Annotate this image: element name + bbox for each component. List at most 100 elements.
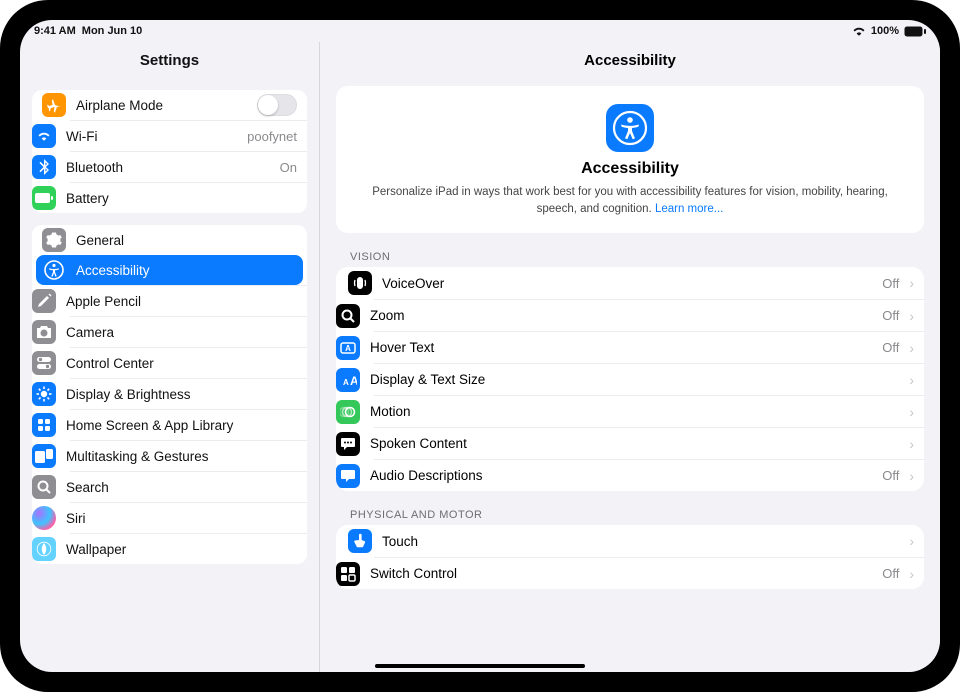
row-hovertext[interactable]: A Hover Text Off › [374,331,924,363]
status-date: Mon Jun 10 [82,25,143,37]
chevron-right-icon: › [909,372,914,388]
sidebar-item-homescreen[interactable]: Home Screen & App Library [70,409,307,440]
battery-icon [32,186,56,210]
motion-icon [336,400,360,424]
status-bar: 9:41 AM Mon Jun 10 100% [20,20,940,42]
row-value: Off [882,566,899,581]
sidebar-group-main: General Accessibility Appl [32,225,307,564]
sidebar-scroll[interactable]: Airplane Mode Wi-Fi poofynet [20,78,319,672]
sidebar-item-label: Wallpaper [66,542,297,557]
sidebar-item-accessibility[interactable]: Accessibility [36,255,303,285]
home-indicator[interactable] [375,664,585,668]
multitask-icon [32,444,56,468]
sidebar-item-label: Camera [66,325,297,340]
sidebar-item-label: Accessibility [76,263,293,278]
chevron-right-icon: › [909,566,914,582]
row-motion[interactable]: Motion › [374,395,924,427]
hero-description: Personalize iPad in ways that work best … [372,186,888,215]
chevron-right-icon: › [909,468,914,484]
sidebar-item-label: Battery [66,191,297,206]
sidebar-item-battery[interactable]: Battery [70,182,307,213]
row-label: Switch Control [370,566,872,581]
chevron-right-icon: › [909,340,914,356]
airplane-toggle[interactable] [257,94,297,116]
section-motor: Touch › Switch Control Off › [336,525,924,589]
row-zoom[interactable]: Zoom Off › [374,299,924,331]
zoom-icon [336,304,360,328]
row-voiceover[interactable]: VoiceOver Off › [336,267,924,299]
sidebar-item-general[interactable]: General [32,225,307,255]
airplane-icon [42,93,66,117]
chevron-right-icon: › [909,275,914,291]
learn-more-link[interactable]: Learn more... [655,203,723,215]
chevron-right-icon: › [909,533,914,549]
settings-sidebar: Settings Airplane Mode [20,42,320,672]
wifi-icon [32,124,56,148]
hero-body: Personalize iPad in ways that work best … [364,184,896,217]
row-label: Touch [382,534,899,549]
row-value: Off [882,468,899,483]
row-spoken[interactable]: Spoken Content › [374,427,924,459]
detail-title: Accessibility [320,42,940,78]
section-vision: VoiceOver Off › Zoom Off › [336,267,924,491]
sidebar-item-pencil[interactable]: Apple Pencil [70,285,307,316]
sidebar-item-wifi[interactable]: Wi-Fi poofynet [70,120,307,151]
bluetooth-icon [32,155,56,179]
wallpaper-icon [32,537,56,561]
audiodesc-icon [336,464,360,488]
status-time: 9:41 AM [34,25,76,37]
siri-icon [32,506,56,530]
section-header-vision: VISION [350,251,924,263]
spoken-icon [336,432,360,456]
voiceover-icon [348,271,372,295]
detail-scroll[interactable]: Accessibility Personalize iPad in ways t… [320,78,940,672]
sun-icon [32,382,56,406]
row-audiodesc[interactable]: Audio Descriptions Off › [374,459,924,491]
pencil-icon [32,289,56,313]
sidebar-item-search[interactable]: Search [70,471,307,502]
sidebar-item-wallpaper[interactable]: Wallpaper [70,533,307,564]
screen: 9:41 AM Mon Jun 10 100% Settings [20,20,940,672]
sidebar-item-label: Search [66,480,297,495]
chevron-right-icon: › [909,436,914,452]
switch-icon [32,351,56,375]
row-textsize[interactable]: AA Display & Text Size › [374,363,924,395]
gear-icon [42,228,66,252]
sidebar-item-label: Wi-Fi [66,129,237,144]
row-label: Display & Text Size [370,372,899,387]
svg-text:A: A [350,374,357,387]
row-value: Off [882,340,899,355]
sidebar-item-camera[interactable]: Camera [70,316,307,347]
svg-text:A: A [345,344,351,353]
grid-icon [32,413,56,437]
battery-icon [904,26,926,37]
chevron-right-icon: › [909,308,914,324]
hover-icon: A [336,336,360,360]
sidebar-item-bluetooth[interactable]: Bluetooth On [70,151,307,182]
row-switchctrl[interactable]: Switch Control Off › [374,557,924,589]
hero-accessibility-icon [606,104,654,152]
battery-percent: 100% [871,25,899,37]
sidebar-item-airplane[interactable]: Airplane Mode [32,90,307,120]
sidebar-item-label: Apple Pencil [66,294,297,309]
sidebar-item-display[interactable]: Display & Brightness [70,378,307,409]
row-touch[interactable]: Touch › [336,525,924,557]
sidebar-title: Settings [20,42,319,78]
accessibility-icon [42,258,66,282]
row-label: Spoken Content [370,436,899,451]
section-header-motor: PHYSICAL AND MOTOR [350,509,924,521]
search-icon [32,475,56,499]
sidebar-item-multitask[interactable]: Multitasking & Gestures [70,440,307,471]
sidebar-item-label: Bluetooth [66,160,270,175]
detail-pane: Accessibility Accessibility Personalize … [320,42,940,672]
wifi-icon [852,26,866,36]
row-value: Off [882,276,899,291]
camera-icon [32,320,56,344]
svg-text:A: A [343,378,349,387]
row-label: Motion [370,404,899,419]
sidebar-item-siri[interactable]: Siri [70,502,307,533]
row-label: VoiceOver [382,276,872,291]
touch-icon [348,529,372,553]
chevron-right-icon: › [909,404,914,420]
sidebar-item-controlcenter[interactable]: Control Center [70,347,307,378]
